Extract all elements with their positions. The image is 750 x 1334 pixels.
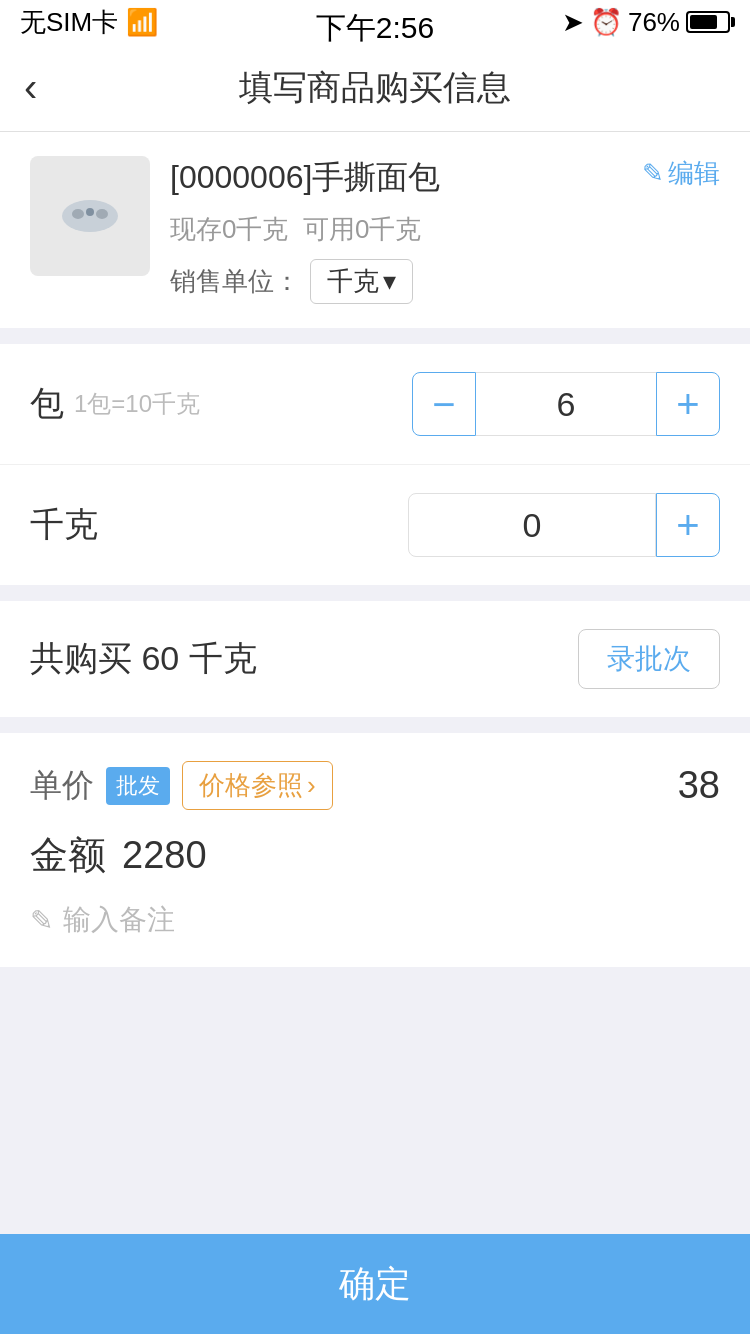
price-ref-button[interactable]: 价格参照 › bbox=[182, 761, 333, 810]
product-card: [0000006]手撕面包 现存0千克 可用0千克 销售单位： 千克 ▾ bbox=[30, 156, 720, 304]
price-row: 单价 批发 价格参照 › 38 bbox=[30, 761, 720, 810]
edit-icon: ✎ bbox=[642, 158, 664, 189]
chevron-right-icon: › bbox=[307, 770, 316, 801]
chevron-down-icon: ▾ bbox=[383, 266, 396, 297]
product-info: [0000006]手撕面包 现存0千克 可用0千克 销售单位： 千克 ▾ bbox=[170, 156, 720, 304]
kilogram-qty-control: + bbox=[408, 493, 720, 557]
total-text: 共购买 60 千克 bbox=[30, 636, 257, 682]
svg-point-1 bbox=[72, 209, 84, 219]
product-stock: 现存0千克 可用0千克 bbox=[170, 212, 720, 247]
amount-label: 金额 bbox=[30, 830, 106, 881]
battery-fill bbox=[690, 15, 717, 29]
remark-placeholder: 输入备注 bbox=[63, 901, 175, 939]
package-section: 包 1包=10千克 − + 千克 + bbox=[0, 344, 750, 585]
svg-point-2 bbox=[96, 209, 108, 219]
kilogram-row: 千克 + bbox=[0, 465, 750, 585]
nav-bar: ‹ 填写商品购买信息 bbox=[0, 44, 750, 132]
price-value: 38 bbox=[678, 764, 720, 807]
batch-button[interactable]: 录批次 bbox=[578, 629, 720, 689]
carrier-text: 无SIM卡 bbox=[20, 5, 118, 40]
package-row: 包 1包=10千克 − + bbox=[0, 344, 750, 465]
unit-select[interactable]: 千克 ▾ bbox=[310, 259, 413, 304]
package-minus-button[interactable]: − bbox=[412, 372, 476, 436]
kilogram-plus-button[interactable]: + bbox=[656, 493, 720, 557]
amount-row: 金额 2280 bbox=[30, 830, 720, 881]
price-label: 单价 bbox=[30, 764, 94, 808]
content-spacer bbox=[0, 967, 750, 1267]
pencil-icon: ✎ bbox=[30, 904, 53, 937]
kilogram-label: 千克 bbox=[30, 502, 98, 548]
total-section: 共购买 60 千克 录批次 bbox=[0, 601, 750, 717]
package-hint: 1包=10千克 bbox=[74, 388, 200, 420]
status-right: ➤ ⏰ 76% bbox=[562, 7, 730, 38]
status-bar: 无SIM卡 📶 下午2:56 ➤ ⏰ 76% bbox=[0, 0, 750, 44]
product-name: [0000006]手撕面包 bbox=[170, 156, 720, 200]
location-icon: ➤ bbox=[562, 7, 584, 38]
package-label: 包 bbox=[30, 381, 64, 427]
package-qty-input[interactable] bbox=[476, 372, 656, 436]
battery-percent: 76% bbox=[628, 7, 680, 38]
status-time: 下午2:56 bbox=[316, 8, 434, 49]
battery-icon bbox=[686, 11, 730, 33]
remark-row[interactable]: ✎ 输入备注 bbox=[30, 901, 720, 939]
alarm-icon: ⏰ bbox=[590, 7, 622, 38]
product-unit-row: 销售单位： 千克 ▾ bbox=[170, 259, 720, 304]
price-type-tag: 批发 bbox=[106, 767, 170, 805]
wifi-icon: 📶 bbox=[126, 7, 158, 38]
confirm-label: 确定 bbox=[339, 1260, 411, 1309]
page-title: 填写商品购买信息 bbox=[239, 65, 511, 111]
confirm-button[interactable]: 确定 bbox=[0, 1234, 750, 1334]
package-plus-button[interactable]: + bbox=[656, 372, 720, 436]
svg-point-3 bbox=[86, 208, 94, 216]
status-left: 无SIM卡 📶 bbox=[20, 5, 158, 40]
price-section: 单价 批发 价格参照 › 38 金额 2280 ✎ 输入备注 bbox=[0, 733, 750, 967]
product-image bbox=[30, 156, 150, 276]
edit-button[interactable]: ✎ 编辑 bbox=[642, 156, 720, 191]
package-qty-control: − + bbox=[412, 372, 720, 436]
kilogram-qty-input[interactable] bbox=[408, 493, 656, 557]
amount-value: 2280 bbox=[122, 834, 207, 877]
back-button[interactable]: ‹ bbox=[24, 65, 37, 110]
